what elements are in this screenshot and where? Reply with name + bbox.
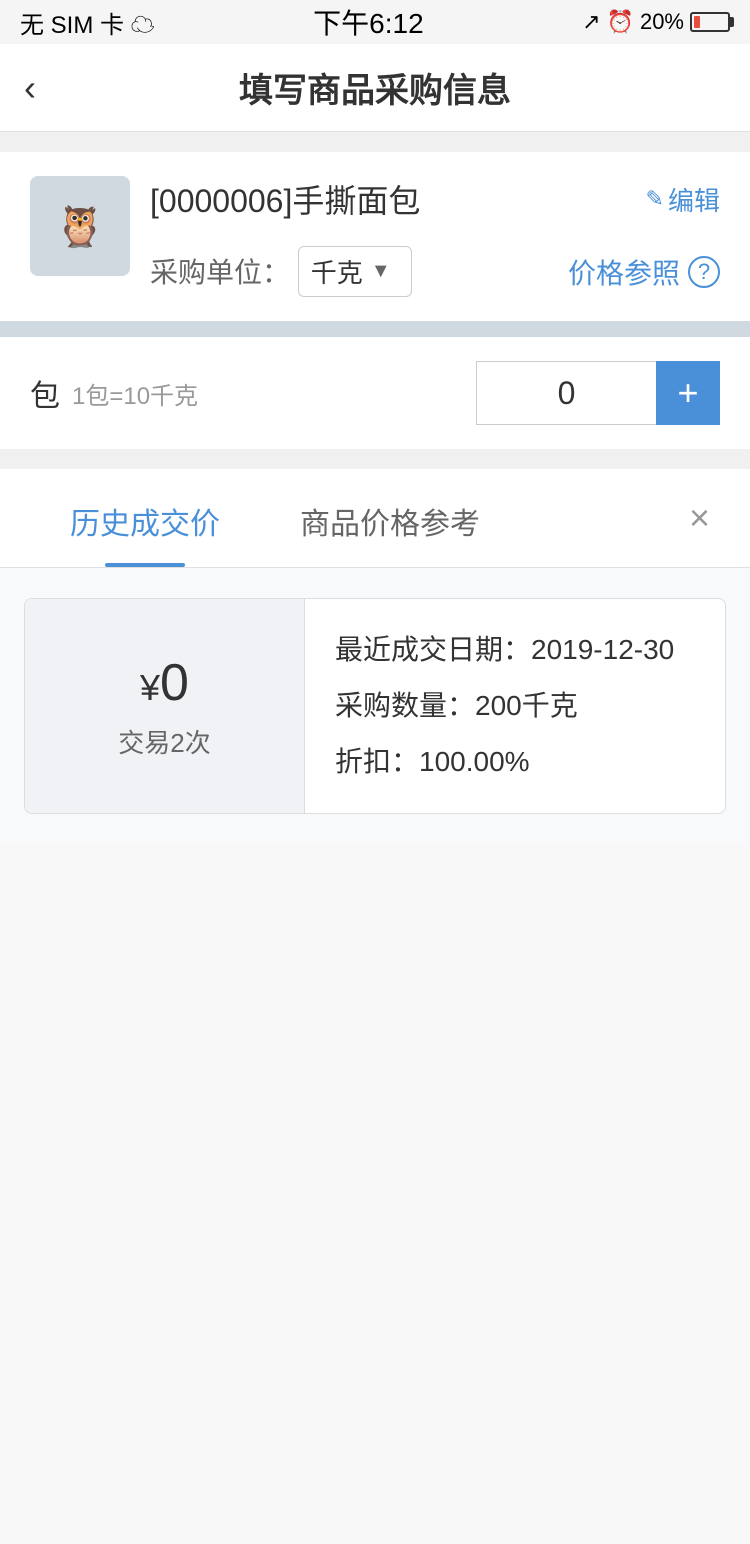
tabs-section: 历史成交价 商品价格参考 × ¥0 交易2次 最近成交日期：2019-12-30…: [0, 469, 750, 1544]
product-thumbnail-icon: 🦉: [55, 203, 105, 250]
tabs-list: 历史成交价 商品价格参考: [30, 469, 520, 567]
page-title: 填写商品采购信息: [239, 63, 511, 112]
section-divider: [0, 321, 750, 337]
quantity-input[interactable]: [476, 361, 656, 425]
unit-dropdown-icon: ▼: [371, 260, 391, 283]
price-amount: 0: [160, 654, 189, 712]
history-details-panel: 最近成交日期：2019-12-30 采购数量：200千克 折扣：100.00%: [305, 599, 725, 813]
unit-conversion: 1包=10千克: [72, 376, 198, 411]
battery-percent: 20%: [640, 9, 684, 35]
edit-button[interactable]: ✎ 编辑: [646, 181, 720, 218]
back-button[interactable]: ‹: [24, 67, 36, 109]
battery-indicator: [690, 12, 730, 32]
edit-label: 编辑: [668, 181, 720, 218]
price-ref-button[interactable]: 价格参照 ?: [568, 252, 720, 292]
tab-product-price-ref[interactable]: 商品价格参考: [260, 469, 520, 567]
product-name: [0000006]手撕面包: [150, 176, 420, 222]
unit-group: 采购单位： 千克 ▼: [150, 246, 412, 297]
recent-date-value: 2019-12-30: [531, 634, 674, 665]
history-price-value: ¥0: [140, 653, 189, 713]
discount-row: 折扣：100.00%: [335, 741, 695, 783]
status-bar: 无 SIM 卡 ☁ 下午6:12 ↗ ⏰ 20%: [0, 0, 750, 44]
tab-history-price[interactable]: 历史成交价: [30, 469, 260, 567]
tab-history-price-label: 历史成交价: [70, 508, 220, 541]
tabs-header: 历史成交价 商品价格参考 ×: [0, 469, 750, 568]
status-right: ↗ ⏰ 20%: [582, 9, 730, 35]
currency-symbol: ¥: [140, 667, 160, 708]
tab-product-price-ref-label: 商品价格参考: [300, 508, 480, 541]
product-header: [0000006]手撕面包 ✎ 编辑: [150, 176, 720, 222]
discount-label: 折扣：: [335, 746, 419, 777]
recent-date-row: 最近成交日期：2019-12-30: [335, 629, 695, 671]
quantity-plus-button[interactable]: +: [656, 361, 720, 425]
content-area: [0, 844, 750, 1544]
edit-icon: ✎: [646, 186, 664, 212]
history-trades: 交易2次: [118, 723, 210, 760]
status-time: 下午6:12: [313, 2, 424, 42]
status-left: 无 SIM 卡 ☁: [20, 5, 155, 40]
product-card: 🦉 [0000006]手撕面包 ✎ 编辑 采购单位： 千克 ▼ 价格参照 ?: [0, 152, 750, 321]
product-image: 🦉: [30, 176, 130, 276]
price-ref-help-icon: ?: [688, 256, 720, 288]
sim-label: 无 SIM 卡 ☁: [20, 5, 155, 40]
quantity-row-detail: 采购数量：200千克: [335, 685, 695, 727]
discount-value: 100.00%: [419, 746, 530, 777]
quantity-input-group: +: [476, 361, 720, 425]
product-unit-row: 采购单位： 千克 ▼ 价格参照 ?: [150, 246, 720, 297]
nav-bar: ‹ 填写商品采购信息: [0, 44, 750, 132]
location-icon: ↗: [582, 9, 600, 35]
recent-date-label: 最近成交日期：: [335, 634, 531, 665]
history-price-panel: ¥0 交易2次: [25, 599, 305, 813]
product-info: [0000006]手撕面包 ✎ 编辑 采购单位： 千克 ▼ 价格参照 ?: [150, 176, 720, 297]
quantity-detail-value: 200千克: [475, 690, 578, 721]
unit-badge: 包: [30, 371, 60, 415]
quantity-label-group: 包 1包=10千克: [30, 371, 198, 415]
price-ref-label: 价格参照: [568, 252, 680, 292]
unit-value: 千克: [311, 253, 363, 290]
quantity-row: 包 1包=10千克 +: [0, 337, 750, 449]
unit-label: 采购单位：: [150, 257, 290, 288]
unit-select[interactable]: 千克 ▼: [298, 246, 412, 297]
alarm-icon: ⏰: [607, 9, 634, 35]
quantity-detail-label: 采购数量：: [335, 690, 475, 721]
history-card: ¥0 交易2次 最近成交日期：2019-12-30 采购数量：200千克 折扣：…: [24, 598, 726, 814]
tab-close-button[interactable]: ×: [679, 487, 720, 549]
